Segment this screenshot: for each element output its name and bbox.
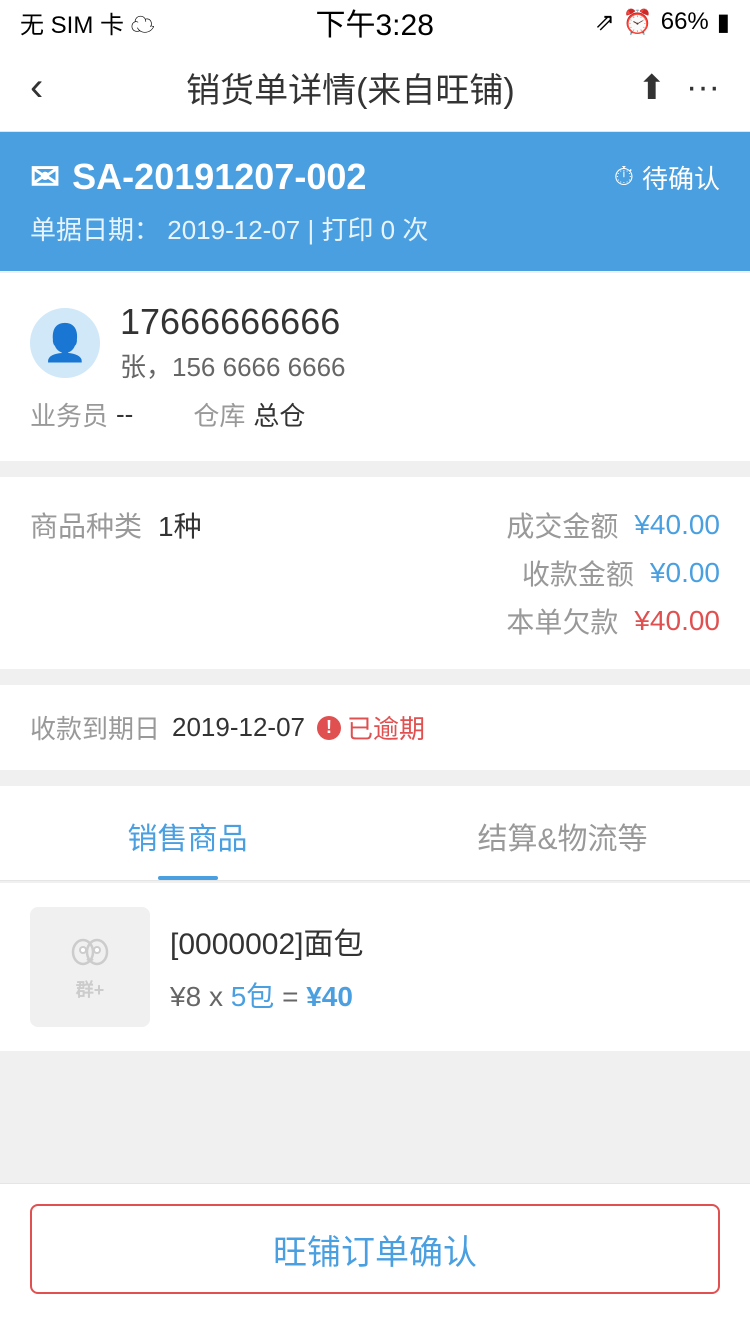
- more-button[interactable]: ···: [686, 68, 720, 107]
- customer-phone: 17666666666: [120, 301, 346, 343]
- owed-label: 本单欠款: [506, 601, 618, 641]
- product-section: 群+ [0000002]面包 ¥8 x 5包 = ¥40: [0, 883, 750, 1051]
- product-total: ¥40: [306, 981, 353, 1012]
- order-icon: ✉: [30, 156, 60, 198]
- due-label: 收款到期日: [30, 709, 160, 746]
- nav-bar: ‹ 销货单详情(来自旺铺) ⬆ ···: [0, 44, 750, 132]
- print-info: | 打印 0 次: [307, 215, 428, 245]
- order-id-row: ✉ SA-20191207-002: [30, 156, 366, 198]
- order-date-row: 单据日期： 2019-12-07 | 打印 0 次: [30, 210, 720, 247]
- status-bar: 无 SIM 卡 ☁ 下午3:28 ⇗ ⏰ 66% ▮: [0, 0, 750, 44]
- warehouse-value: 总仓: [253, 396, 305, 433]
- multiplier-symbol: x: [209, 981, 231, 1012]
- customer-section: 👤 17666666666 张，156 6666 6666 业务员 -- 仓库 …: [0, 273, 750, 461]
- transaction-label: 成交金额: [506, 505, 618, 545]
- status-clock-icon: ⏱: [614, 161, 634, 193]
- share-button[interactable]: ⬆: [638, 68, 667, 108]
- nav-actions: ⬆ ···: [638, 68, 720, 108]
- warehouse: 仓库 总仓: [193, 396, 305, 433]
- received-value: ¥0.00: [650, 557, 720, 589]
- product-info: [0000002]面包 ¥8 x 5包 = ¥40: [170, 919, 720, 1015]
- status-right: ⇗ ⏰ 66% ▮: [595, 8, 730, 37]
- product-price-row: ¥8 x 5包 = ¥40: [170, 975, 720, 1015]
- status-time: 下午3:28: [316, 0, 434, 44]
- brand-label: 群+: [76, 976, 105, 1002]
- received-label: 收款金额: [522, 553, 634, 593]
- order-date: 2019-12-07: [167, 215, 300, 245]
- order-status: ⏱ 待确认: [614, 159, 720, 196]
- transaction-row: 成交金额 ¥40.00: [506, 505, 720, 545]
- due-date-section: 收款到期日 2019-12-07 ! 已逾期: [0, 685, 750, 770]
- avatar-icon: 👤: [43, 322, 88, 364]
- received-row: 收款金额 ¥0.00: [522, 553, 720, 593]
- avatar: 👤: [30, 308, 100, 378]
- summary-section: 商品种类 1种 成交金额 ¥40.00 收款金额 ¥0.00 本单欠款 ¥40.…: [0, 477, 750, 669]
- sim-status: 无 SIM 卡 ☁: [20, 5, 155, 40]
- transaction-value: ¥40.00: [634, 509, 720, 541]
- battery-level: 66%: [661, 8, 709, 36]
- sales-value: --: [116, 399, 133, 430]
- battery-icon: ▮: [717, 8, 730, 37]
- date-label: 单据日期：: [30, 215, 160, 245]
- owl-logo-icon: [65, 932, 115, 972]
- equals-symbol: =: [282, 981, 306, 1012]
- overdue-badge: ! 已逾期: [317, 709, 425, 746]
- page-title: 销货单详情(来自旺铺): [63, 63, 637, 112]
- product-item: 群+ [0000002]面包 ¥8 x 5包 = ¥40: [0, 883, 750, 1051]
- status-left: 无 SIM 卡 ☁: [20, 5, 155, 40]
- warehouse-label: 仓库: [193, 396, 245, 433]
- order-header: ✉ SA-20191207-002 ⏱ 待确认 单据日期： 2019-12-07…: [0, 132, 750, 271]
- quantity: 5包: [231, 981, 275, 1012]
- product-name: [0000002]面包: [170, 919, 720, 963]
- sales-label: 业务员: [30, 396, 108, 433]
- order-id-text: SA-20191207-002: [72, 156, 366, 198]
- confirm-order-button[interactable]: 旺铺订单确认: [30, 1204, 720, 1294]
- sales-person: 业务员 --: [30, 396, 133, 433]
- overdue-icon: !: [317, 716, 341, 740]
- category-value: 1种: [158, 505, 202, 545]
- tab-settlement[interactable]: 结算&物流等: [375, 786, 750, 880]
- category-label: 商品种类: [30, 505, 142, 545]
- product-thumbnail: 群+: [30, 907, 150, 1027]
- tabs-container: 销售商品 结算&物流等: [0, 786, 750, 881]
- alarm-icon: ⏰: [623, 8, 653, 37]
- overdue-text: 已逾期: [347, 709, 425, 746]
- back-button[interactable]: ‹: [30, 65, 43, 110]
- customer-name: 张，156 6666 6666: [120, 347, 346, 384]
- status-text: 待确认: [642, 159, 720, 196]
- bottom-action: 旺铺订单确认: [0, 1183, 750, 1334]
- owed-value: ¥40.00: [634, 605, 720, 637]
- tabs: 销售商品 结算&物流等: [0, 786, 750, 881]
- tab-products[interactable]: 销售商品: [0, 786, 375, 880]
- unit-price: ¥8: [170, 981, 201, 1012]
- due-date: 2019-12-07: [172, 712, 305, 743]
- location-icon: ⇗: [595, 8, 615, 37]
- owed-row: 本单欠款 ¥40.00: [506, 601, 720, 641]
